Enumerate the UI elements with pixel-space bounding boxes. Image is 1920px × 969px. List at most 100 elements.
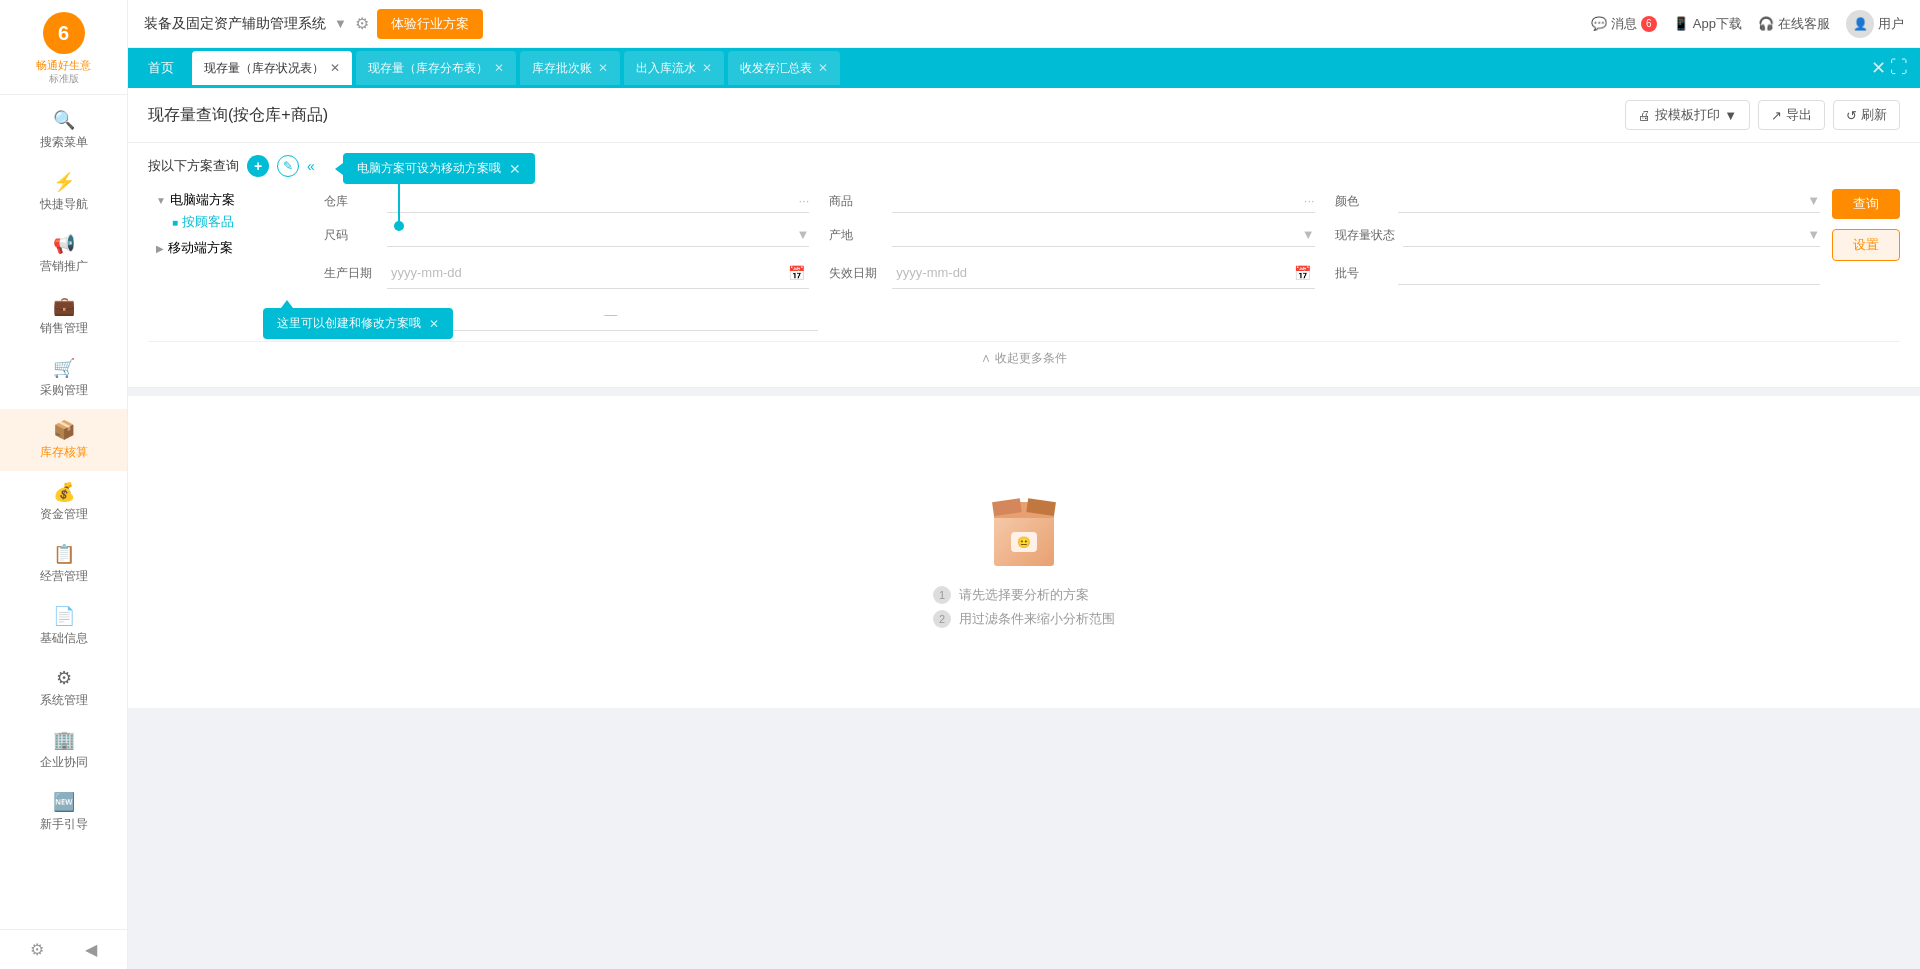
collapse-bar[interactable]: ∧ 收起更多条件 bbox=[148, 341, 1900, 375]
gear-icon: ⚙ bbox=[56, 667, 72, 689]
empty-step-1: 1 请先选择要分析的方案 bbox=[933, 586, 1115, 604]
tab-collection-summary[interactable]: 收发存汇总表 ✕ bbox=[728, 51, 840, 85]
tab-close-collection-summary[interactable]: ✕ bbox=[818, 61, 828, 75]
scheme-tooltip-close[interactable]: ✕ bbox=[509, 161, 521, 177]
edit-tooltip: 这里可以创建和修改方案哦 ✕ bbox=[263, 308, 453, 339]
scheme-list: ▼ 电脑端方案 ■ 按顾客品 ▶ 移动端方案 bbox=[148, 189, 308, 331]
search-btn[interactable]: 查询 bbox=[1832, 189, 1900, 219]
desktop-scheme-label: 电脑端方案 bbox=[170, 191, 235, 209]
tab-close-in-out-flow[interactable]: ✕ bbox=[702, 61, 712, 75]
sidebar-item-inventory[interactable]: 📦 库存核算 bbox=[0, 409, 127, 471]
top-header: 装备及固定资产辅助管理系统 ▼ ⚙ 体验行业方案 💬 消息 6 📱 App下载 … bbox=[128, 0, 1920, 48]
expire-date-calendar-icon[interactable]: 📅 bbox=[1294, 265, 1311, 281]
tab-bar: 首页 现存量（库存状况表） ✕ 现存量（库存分布表） ✕ 库存批次账 ✕ 出入库… bbox=[128, 48, 1920, 88]
expire-date-input[interactable] bbox=[896, 261, 1293, 284]
tab-close-all-btn[interactable]: ✕ bbox=[1871, 57, 1886, 79]
sidebar-item-operation[interactable]: 📋 经营管理 bbox=[0, 533, 127, 595]
tab-batch-ledger[interactable]: 库存批次账 ✕ bbox=[520, 51, 620, 85]
page-actions: 🖨 按模板打印 ▼ ↗ 导出 ↺ 刷新 bbox=[1625, 100, 1900, 142]
desktop-item-icon: ■ bbox=[172, 217, 178, 228]
mobile-scheme-label: 移动端方案 bbox=[168, 239, 233, 257]
sidebar-item-guide[interactable]: 🆕 新手引导 bbox=[0, 781, 127, 843]
origin-dropdown-icon: ▼ bbox=[1302, 227, 1315, 242]
tab-close-inventory-dist[interactable]: ✕ bbox=[494, 61, 504, 75]
tab-close-inventory-status[interactable]: ✕ bbox=[330, 61, 340, 75]
produce-date-input[interactable] bbox=[391, 261, 788, 284]
tab-expand-btn[interactable]: ⛶ bbox=[1890, 57, 1908, 79]
empty-illustration: 😐 bbox=[974, 476, 1074, 566]
stock-qty-max-input[interactable] bbox=[625, 303, 817, 326]
building-icon: 🏢 bbox=[53, 729, 75, 751]
collapse-icon: ∧ bbox=[981, 351, 991, 365]
lightning-icon: ⚡ bbox=[53, 171, 75, 193]
filter-header: 按以下方案查询 + ✎ « 电脑方案可设为移动方案哦 ✕ bbox=[148, 155, 1900, 177]
sidebar-item-basic[interactable]: 📄 基础信息 bbox=[0, 595, 127, 657]
cart-icon: 🛒 bbox=[53, 357, 75, 379]
desktop-scheme-item-1[interactable]: ■ 按顾客品 bbox=[172, 211, 308, 233]
print-icon: 🖨 bbox=[1638, 108, 1651, 123]
warehouse-dots[interactable]: ··· bbox=[798, 193, 809, 208]
system-dropdown-icon[interactable]: ▼ bbox=[334, 16, 347, 31]
sidebar-item-search[interactable]: 🔍 搜索菜单 bbox=[0, 99, 127, 161]
filter-stock-status: 现存量状态 ▼ bbox=[1335, 223, 1820, 247]
empty-state: 😐 1 请先选择要分析的方案 2 用过滤条件来缩小分析范围 bbox=[128, 396, 1920, 708]
filter-origin: 产地 ▼ bbox=[829, 223, 1314, 247]
batch-input[interactable] bbox=[1398, 261, 1820, 285]
tab-inventory-status[interactable]: 现存量（库存状况表） ✕ bbox=[192, 51, 352, 85]
empty-step-2: 2 用过滤条件来缩小分析范围 bbox=[933, 610, 1115, 628]
header-gear-btn[interactable]: ⚙ bbox=[355, 14, 369, 33]
industry-btn[interactable]: 体验行业方案 bbox=[377, 9, 483, 39]
goods-dots[interactable]: ··· bbox=[1304, 193, 1315, 208]
export-icon: ↗ bbox=[1771, 108, 1782, 123]
filter-add-btn[interactable]: + bbox=[247, 155, 269, 177]
message-action[interactable]: 💬 消息 6 bbox=[1591, 15, 1657, 33]
tab-inventory-dist[interactable]: 现存量（库存分布表） ✕ bbox=[356, 51, 516, 85]
mobile-scheme-group[interactable]: ▶ 移动端方案 bbox=[156, 237, 308, 259]
tab-close-batch-ledger[interactable]: ✕ bbox=[598, 61, 608, 75]
filter-area: 按以下方案查询 + ✎ « 电脑方案可设为移动方案哦 ✕ bbox=[128, 143, 1920, 388]
stock-status-dropdown-icon: ▼ bbox=[1807, 227, 1820, 242]
filter-goods: 商品 ··· bbox=[829, 189, 1314, 213]
filter-warehouse: 仓库 ··· bbox=[324, 189, 809, 213]
tab-home[interactable]: 首页 bbox=[132, 48, 190, 88]
page-content: 现存量查询(按仓库+商品) 🖨 按模板打印 ▼ ↗ 导出 ↺ 刷新 bbox=[128, 88, 1920, 969]
refresh-icon: ↺ bbox=[1846, 108, 1857, 123]
settings-footer-btn[interactable]: ⚙ bbox=[30, 940, 44, 959]
sidebar-item-finance[interactable]: 💰 资金管理 bbox=[0, 471, 127, 533]
export-btn[interactable]: ↗ 导出 bbox=[1758, 100, 1825, 130]
sidebar-menu: 🔍 搜索菜单 ⚡ 快捷导航 📢 营销推广 💼 销售管理 🛒 采购管理 📦 库存核… bbox=[0, 95, 127, 929]
collapse-sidebar-btn[interactable]: ◀ bbox=[85, 940, 97, 959]
sidebar-item-system[interactable]: ⚙ 系统管理 bbox=[0, 657, 127, 719]
tab-in-out-flow[interactable]: 出入库流水 ✕ bbox=[624, 51, 724, 85]
setting-btn[interactable]: 设置 bbox=[1832, 229, 1900, 261]
edit-tooltip-close[interactable]: ✕ bbox=[429, 317, 439, 331]
scheme-tooltip-text: 电脑方案可设为移动方案哦 bbox=[357, 160, 501, 177]
filter-expire-date: 失效日期 📅 bbox=[829, 257, 1314, 289]
filter-right-buttons: 查询 设置 bbox=[1820, 189, 1900, 331]
briefcase-icon: 💼 bbox=[53, 295, 75, 317]
filter-batch: 批号 bbox=[1335, 257, 1820, 289]
sidebar-item-enterprise[interactable]: 🏢 企业协同 bbox=[0, 719, 127, 781]
desktop-scheme-group[interactable]: ▼ 电脑端方案 bbox=[156, 189, 308, 211]
color-dropdown-icon: ▼ bbox=[1807, 193, 1820, 208]
print-btn[interactable]: 🖨 按模板打印 ▼ bbox=[1625, 100, 1750, 130]
message-icon: 💬 bbox=[1591, 16, 1607, 31]
empty-steps: 1 请先选择要分析的方案 2 用过滤条件来缩小分析范围 bbox=[933, 586, 1115, 628]
refresh-btn[interactable]: ↺ 刷新 bbox=[1833, 100, 1900, 130]
filter-fields: 仓库 ··· 商品 ··· bbox=[308, 189, 1820, 331]
megaphone-icon: 📢 bbox=[53, 233, 75, 255]
filter-edit-btn[interactable]: ✎ bbox=[277, 155, 299, 177]
filter-produce-date: 生产日期 📅 bbox=[324, 257, 809, 289]
headset-icon: 🎧 bbox=[1758, 16, 1774, 31]
user-action[interactable]: 👤 用户 bbox=[1846, 10, 1904, 38]
sidebar-item-sales[interactable]: 💼 销售管理 bbox=[0, 285, 127, 347]
filter-back-btn[interactable]: « bbox=[307, 158, 315, 174]
page-title: 现存量查询(按仓库+商品) bbox=[148, 105, 328, 138]
sidebar-item-quick-nav[interactable]: ⚡ 快捷导航 bbox=[0, 161, 127, 223]
app-download-action[interactable]: 📱 App下载 bbox=[1673, 15, 1742, 33]
sidebar-item-purchase[interactable]: 🛒 采购管理 bbox=[0, 347, 127, 409]
online-support-action[interactable]: 🎧 在线客服 bbox=[1758, 15, 1830, 33]
main-area: 装备及固定资产辅助管理系统 ▼ ⚙ 体验行业方案 💬 消息 6 📱 App下载 … bbox=[128, 0, 1920, 969]
sidebar-item-marketing[interactable]: 📢 营销推广 bbox=[0, 223, 127, 285]
produce-date-calendar-icon[interactable]: 📅 bbox=[788, 265, 805, 281]
